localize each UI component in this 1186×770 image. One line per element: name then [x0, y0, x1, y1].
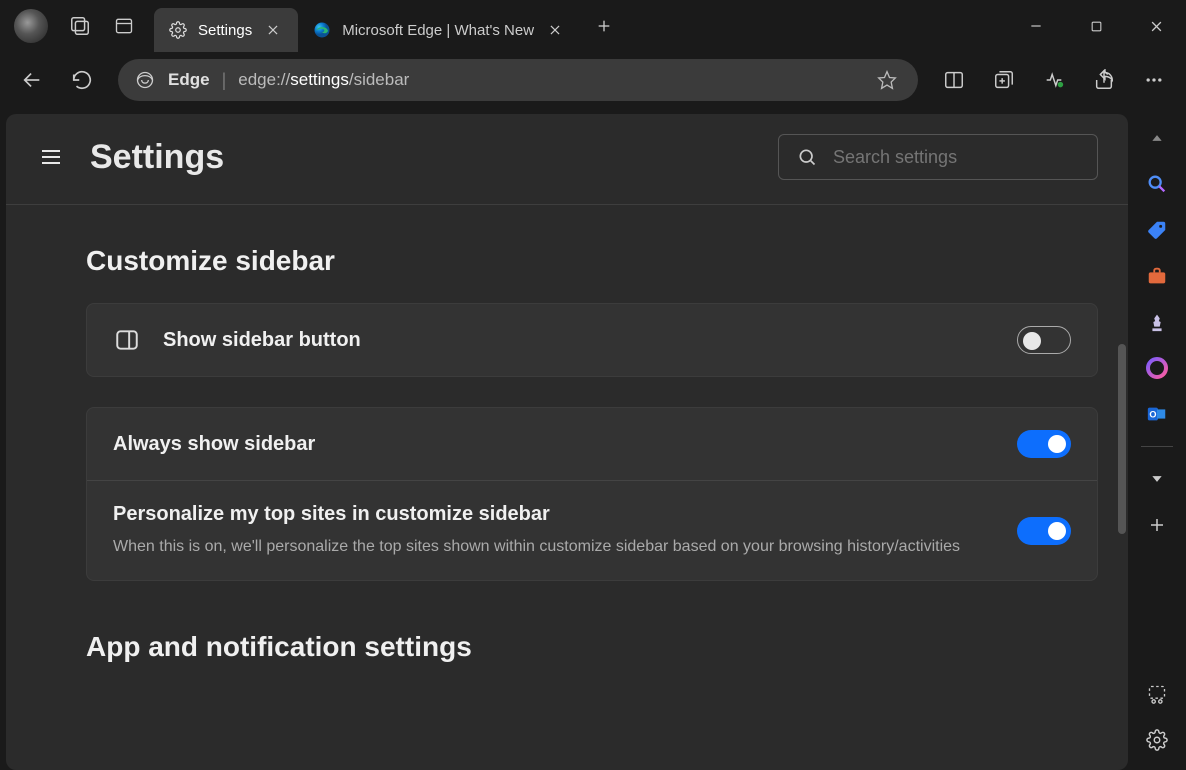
- page-title: Settings: [90, 138, 754, 177]
- favorite-icon[interactable]: [872, 65, 902, 95]
- search-input[interactable]: [833, 147, 1079, 168]
- sidebar-separator: [1141, 446, 1173, 447]
- outlook-icon[interactable]: O: [1137, 394, 1177, 434]
- close-icon[interactable]: [262, 19, 284, 41]
- tab-settings[interactable]: Settings: [154, 8, 298, 52]
- gear-icon[interactable]: [1137, 720, 1177, 760]
- gear-icon: [168, 20, 188, 40]
- tabs: Settings Microsoft Edge | What's New: [154, 0, 1006, 52]
- share-icon[interactable]: [1082, 58, 1126, 102]
- main-area: Settings Customize sidebar Show sidebar …: [0, 108, 1186, 770]
- briefcase-icon[interactable]: [1137, 256, 1177, 296]
- edge-icon: [312, 20, 332, 40]
- tab-actions-icon[interactable]: [106, 8, 142, 44]
- tab-title: Microsoft Edge | What's New: [342, 22, 534, 39]
- section-title-app-notification: App and notification settings: [86, 631, 1098, 663]
- settings-header: Settings: [6, 114, 1128, 205]
- setting-description: When this is on, we'll personalize the t…: [113, 536, 995, 558]
- setting-card: Show sidebar button: [86, 303, 1098, 377]
- performance-icon[interactable]: [1032, 58, 1076, 102]
- maximize-button[interactable]: [1066, 0, 1126, 52]
- setting-row-show-sidebar-button: Show sidebar button: [87, 304, 1097, 376]
- split-screen-icon[interactable]: [932, 58, 976, 102]
- address-separator: |: [222, 70, 227, 91]
- search-icon: [797, 147, 817, 167]
- back-button[interactable]: [10, 58, 54, 102]
- hamburger-menu[interactable]: [36, 142, 66, 172]
- workspaces-icon[interactable]: [62, 8, 98, 44]
- setting-row-always-show-sidebar: Always show sidebar: [87, 408, 1097, 480]
- refresh-button[interactable]: [60, 58, 104, 102]
- toggle-show-sidebar-button[interactable]: [1017, 326, 1071, 354]
- search-icon[interactable]: [1137, 164, 1177, 204]
- caret-up-icon[interactable]: [1137, 118, 1177, 158]
- close-window-button[interactable]: [1126, 0, 1186, 52]
- address-label: Edge: [168, 70, 210, 90]
- toolbar: Edge | edge://settings/sidebar: [0, 52, 1186, 108]
- sidebar-icon: [113, 326, 141, 354]
- setting-label: Personalize my top sites in customize si…: [113, 503, 995, 526]
- address-url: edge://settings/sidebar: [238, 70, 860, 90]
- toggle-personalize-top-sites[interactable]: [1017, 517, 1071, 545]
- toggle-always-show-sidebar[interactable]: [1017, 430, 1071, 458]
- svg-text:O: O: [1149, 410, 1156, 420]
- address-bar[interactable]: Edge | edge://settings/sidebar: [118, 59, 918, 101]
- setting-card: Always show sidebar Personalize my top s…: [86, 407, 1098, 581]
- new-tab-button[interactable]: [586, 8, 622, 44]
- copilot-icon[interactable]: [1137, 348, 1177, 388]
- browser-sidebar: O: [1128, 108, 1186, 770]
- window-controls: [1006, 0, 1186, 52]
- tab-whatsnew[interactable]: Microsoft Edge | What's New: [298, 8, 580, 52]
- profile-avatar[interactable]: [14, 9, 48, 43]
- settings-body: Customize sidebar Show sidebar button Al…: [6, 205, 1128, 770]
- setting-row-personalize-top-sites: Personalize my top sites in customize si…: [87, 480, 1097, 580]
- menu-button[interactable]: [1132, 58, 1176, 102]
- tab-title: Settings: [198, 22, 252, 39]
- tag-icon[interactable]: [1137, 210, 1177, 250]
- collections-icon[interactable]: [982, 58, 1026, 102]
- snip-icon[interactable]: [1137, 674, 1177, 714]
- settings-page: Settings Customize sidebar Show sidebar …: [6, 114, 1128, 770]
- minimize-button[interactable]: [1006, 0, 1066, 52]
- scrollbar-thumb[interactable]: [1118, 344, 1126, 534]
- caret-down-icon[interactable]: [1137, 459, 1177, 499]
- titlebar: Settings Microsoft Edge | What's New: [0, 0, 1186, 52]
- edge-icon: [134, 69, 156, 91]
- setting-label: Always show sidebar: [113, 433, 995, 456]
- section-title-customize-sidebar: Customize sidebar: [86, 245, 1098, 277]
- chess-icon[interactable]: [1137, 302, 1177, 342]
- search-settings[interactable]: [778, 134, 1098, 180]
- setting-label: Show sidebar button: [163, 329, 995, 352]
- plus-icon[interactable]: [1137, 505, 1177, 545]
- close-icon[interactable]: [544, 19, 566, 41]
